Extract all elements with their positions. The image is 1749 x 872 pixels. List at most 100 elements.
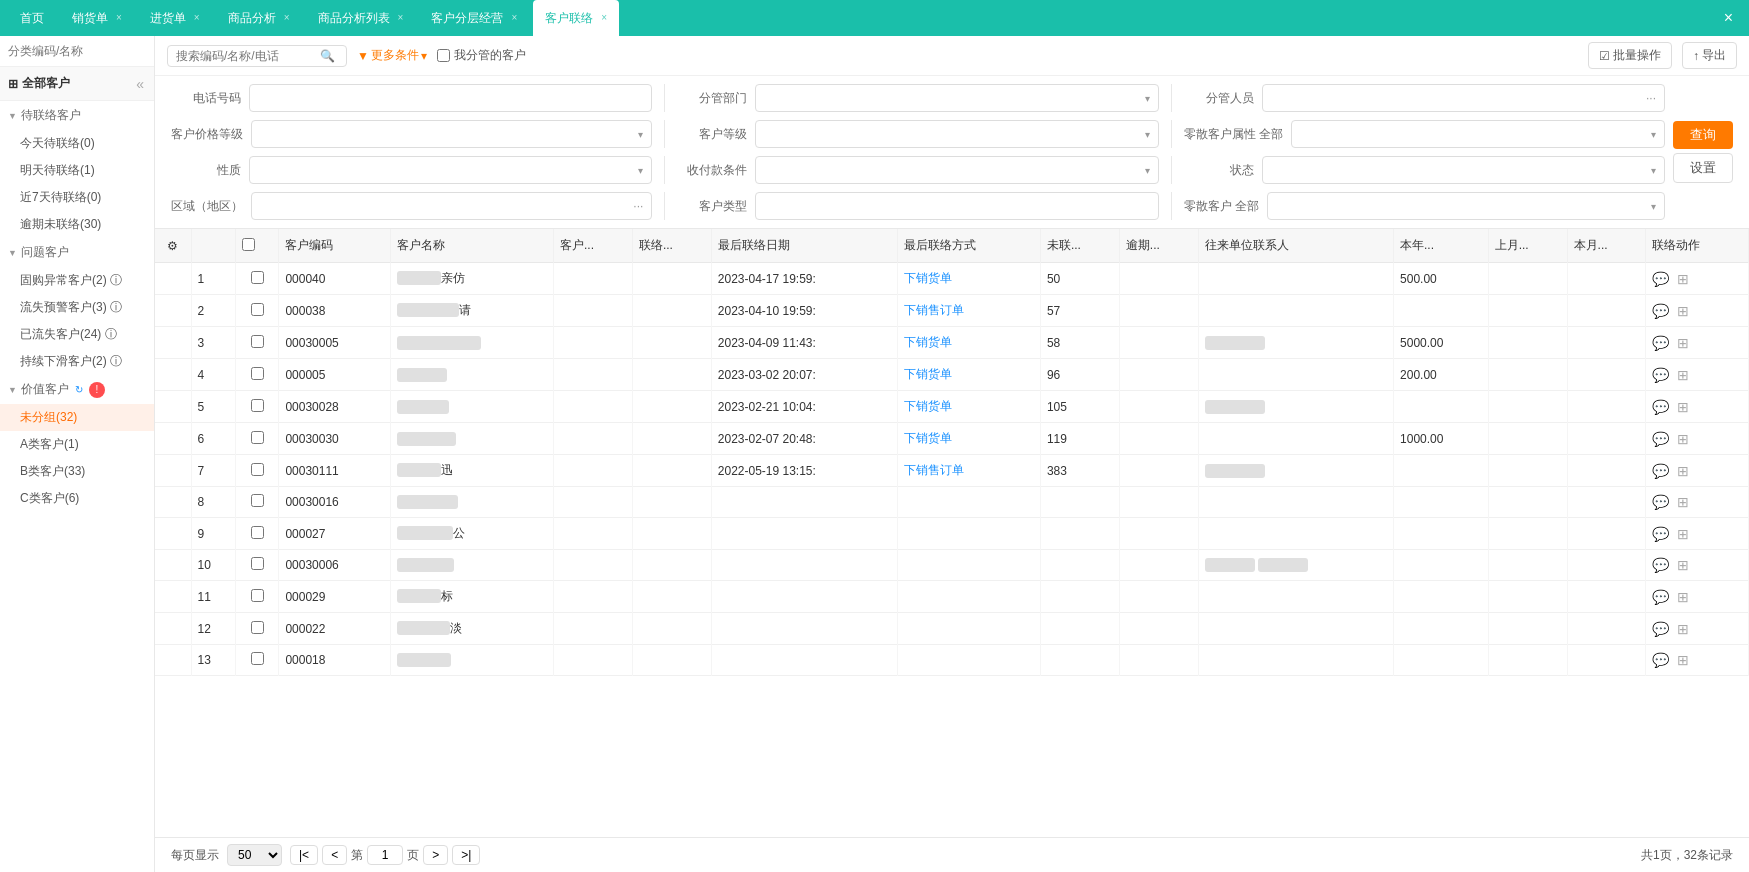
close-customer-segment-tab-icon[interactable]: × (511, 0, 517, 36)
cell-check[interactable] (235, 550, 279, 581)
grid-action-icon[interactable]: ⊞ (1677, 557, 1689, 573)
page-size-select[interactable]: 50 20 100 (227, 844, 282, 866)
row-checkbox[interactable] (251, 367, 264, 380)
chat-icon[interactable]: 💬 (1652, 494, 1669, 510)
nav-tab-customer-segment[interactable]: 客户分层经营 × (419, 0, 529, 36)
sidebar-item-purchase-abnormal[interactable]: 固购异常客户(2) ⓘ (0, 267, 154, 294)
row-checkbox[interactable] (251, 399, 264, 412)
close-product-analysis-tab-icon[interactable]: × (284, 0, 290, 36)
filter-search-icon[interactable]: 🔍 (320, 49, 335, 63)
filter-phone-input[interactable] (249, 84, 652, 112)
chat-icon[interactable]: 💬 (1652, 589, 1669, 605)
contact-method-link[interactable]: 下销货单 (904, 271, 952, 285)
filter-manager-input[interactable]: ··· (1262, 84, 1665, 112)
row-checkbox[interactable] (251, 303, 264, 316)
chat-icon[interactable]: 💬 (1652, 367, 1669, 383)
cell-check[interactable] (235, 455, 279, 487)
my-customers-check[interactable] (437, 49, 450, 62)
cell-check[interactable] (235, 518, 279, 550)
sidebar-item-group-c[interactable]: C类客户(6) (0, 485, 154, 512)
filter-search-input[interactable] (176, 49, 316, 63)
sidebar-item-no-group[interactable]: 未分组(32) (0, 404, 154, 431)
sidebar-item-group-a[interactable]: A类客户(1) (0, 431, 154, 458)
row-checkbox[interactable] (251, 557, 264, 570)
chat-icon[interactable]: 💬 (1652, 621, 1669, 637)
prev-page-button[interactable]: < (322, 845, 347, 865)
value-customers-header[interactable]: ▼ 价值客户 ↻ ! (0, 375, 154, 404)
chat-icon[interactable]: 💬 (1652, 652, 1669, 668)
export-button[interactable]: ↑ 导出 (1682, 42, 1737, 69)
grid-action-icon[interactable]: ⊞ (1677, 589, 1689, 605)
grid-action-icon[interactable]: ⊞ (1677, 303, 1689, 319)
cell-check[interactable] (235, 295, 279, 327)
nav-tab-product-analysis[interactable]: 商品分析 × (216, 0, 302, 36)
cell-check[interactable] (235, 487, 279, 518)
select-all-checkbox[interactable] (242, 238, 255, 251)
problem-customers-header[interactable]: ▼ 问题客户 (0, 238, 154, 267)
filter-retail-customer-input[interactable]: ▾ (1267, 192, 1665, 220)
sidebar-all-customers[interactable]: ⊞ 全部客户 « (0, 67, 154, 101)
grid-action-icon[interactable]: ⊞ (1677, 494, 1689, 510)
sidebar-item-near7days[interactable]: 近7天待联络(0) (0, 184, 154, 211)
cell-check[interactable] (235, 581, 279, 613)
nav-tab-sales[interactable]: 销货单 × (60, 0, 134, 36)
filter-status-input[interactable]: ▾ (1262, 156, 1665, 184)
next-page-button[interactable]: > (423, 845, 448, 865)
chat-icon[interactable]: 💬 (1652, 431, 1669, 447)
close-product-analysis-list-tab-icon[interactable]: × (398, 0, 404, 36)
cell-check[interactable] (235, 613, 279, 645)
row-checkbox[interactable] (251, 463, 264, 476)
row-checkbox[interactable] (251, 589, 264, 602)
chat-icon[interactable]: 💬 (1652, 526, 1669, 542)
pending-contact-header[interactable]: ▼ 待联络客户 (0, 101, 154, 130)
close-purchase-tab-icon[interactable]: × (194, 0, 200, 36)
cell-check[interactable] (235, 263, 279, 295)
filter-region-input[interactable]: ··· (251, 192, 652, 220)
contact-method-link[interactable]: 下销货单 (904, 367, 952, 381)
my-customers-checkbox[interactable]: 我分管的客户 (437, 47, 526, 64)
contact-method-link[interactable]: 下销货单 (904, 335, 952, 349)
batch-op-button[interactable]: ☑ 批量操作 (1588, 42, 1672, 69)
row-checkbox[interactable] (251, 431, 264, 444)
row-checkbox[interactable] (251, 526, 264, 539)
chat-icon[interactable]: 💬 (1652, 335, 1669, 351)
grid-action-icon[interactable]: ⊞ (1677, 463, 1689, 479)
more-conditions-button[interactable]: ▼ 更多条件 ▾ (357, 47, 427, 64)
contact-method-link[interactable]: 下销售订单 (904, 303, 964, 317)
reset-button[interactable]: 设置 (1673, 153, 1733, 183)
nav-tab-purchase[interactable]: 进货单 × (138, 0, 212, 36)
nav-tab-home[interactable]: 首页 (8, 0, 56, 36)
nav-tab-customer-contact[interactable]: 客户联络 × (533, 0, 619, 36)
query-button[interactable]: 查询 (1673, 121, 1733, 149)
contact-method-link[interactable]: 下销售订单 (904, 463, 964, 477)
grid-action-icon[interactable]: ⊞ (1677, 431, 1689, 447)
grid-action-icon[interactable]: ⊞ (1677, 335, 1689, 351)
close-customer-contact-tab-icon[interactable]: × (601, 0, 607, 36)
sidebar-item-lost[interactable]: 已流失客户(24) ⓘ (0, 321, 154, 348)
window-close-button[interactable]: × (1716, 9, 1741, 27)
contact-method-link[interactable]: 下销货单 (904, 399, 952, 413)
row-checkbox[interactable] (251, 271, 264, 284)
row-checkbox[interactable] (251, 652, 264, 665)
chat-icon[interactable]: 💬 (1652, 399, 1669, 415)
refresh-icon[interactable]: ↻ (75, 384, 83, 395)
first-page-button[interactable]: |< (290, 845, 318, 865)
sidebar-item-churn-risk[interactable]: 流失预警客户(3) ⓘ (0, 294, 154, 321)
grid-action-icon[interactable]: ⊞ (1677, 367, 1689, 383)
filter-payment-input[interactable]: ▾ (755, 156, 1158, 184)
sidebar-item-declining[interactable]: 持续下滑客户(2) ⓘ (0, 348, 154, 375)
row-checkbox[interactable] (251, 494, 264, 507)
sidebar-collapse-button[interactable]: « (134, 76, 146, 92)
col-settings[interactable]: ⚙ (155, 229, 191, 263)
nav-tab-product-analysis-list[interactable]: 商品分析列表 × (306, 0, 416, 36)
grid-action-icon[interactable]: ⊞ (1677, 399, 1689, 415)
cell-check[interactable] (235, 423, 279, 455)
page-number-input[interactable] (367, 845, 403, 865)
cell-check[interactable] (235, 645, 279, 676)
sidebar-item-tomorrow[interactable]: 明天待联络(1) (0, 157, 154, 184)
sidebar-item-group-b[interactable]: B类客户(33) (0, 458, 154, 485)
grid-action-icon[interactable]: ⊞ (1677, 526, 1689, 542)
cell-check[interactable] (235, 391, 279, 423)
cell-check[interactable] (235, 327, 279, 359)
filter-customer-type-input[interactable] (755, 192, 1158, 220)
